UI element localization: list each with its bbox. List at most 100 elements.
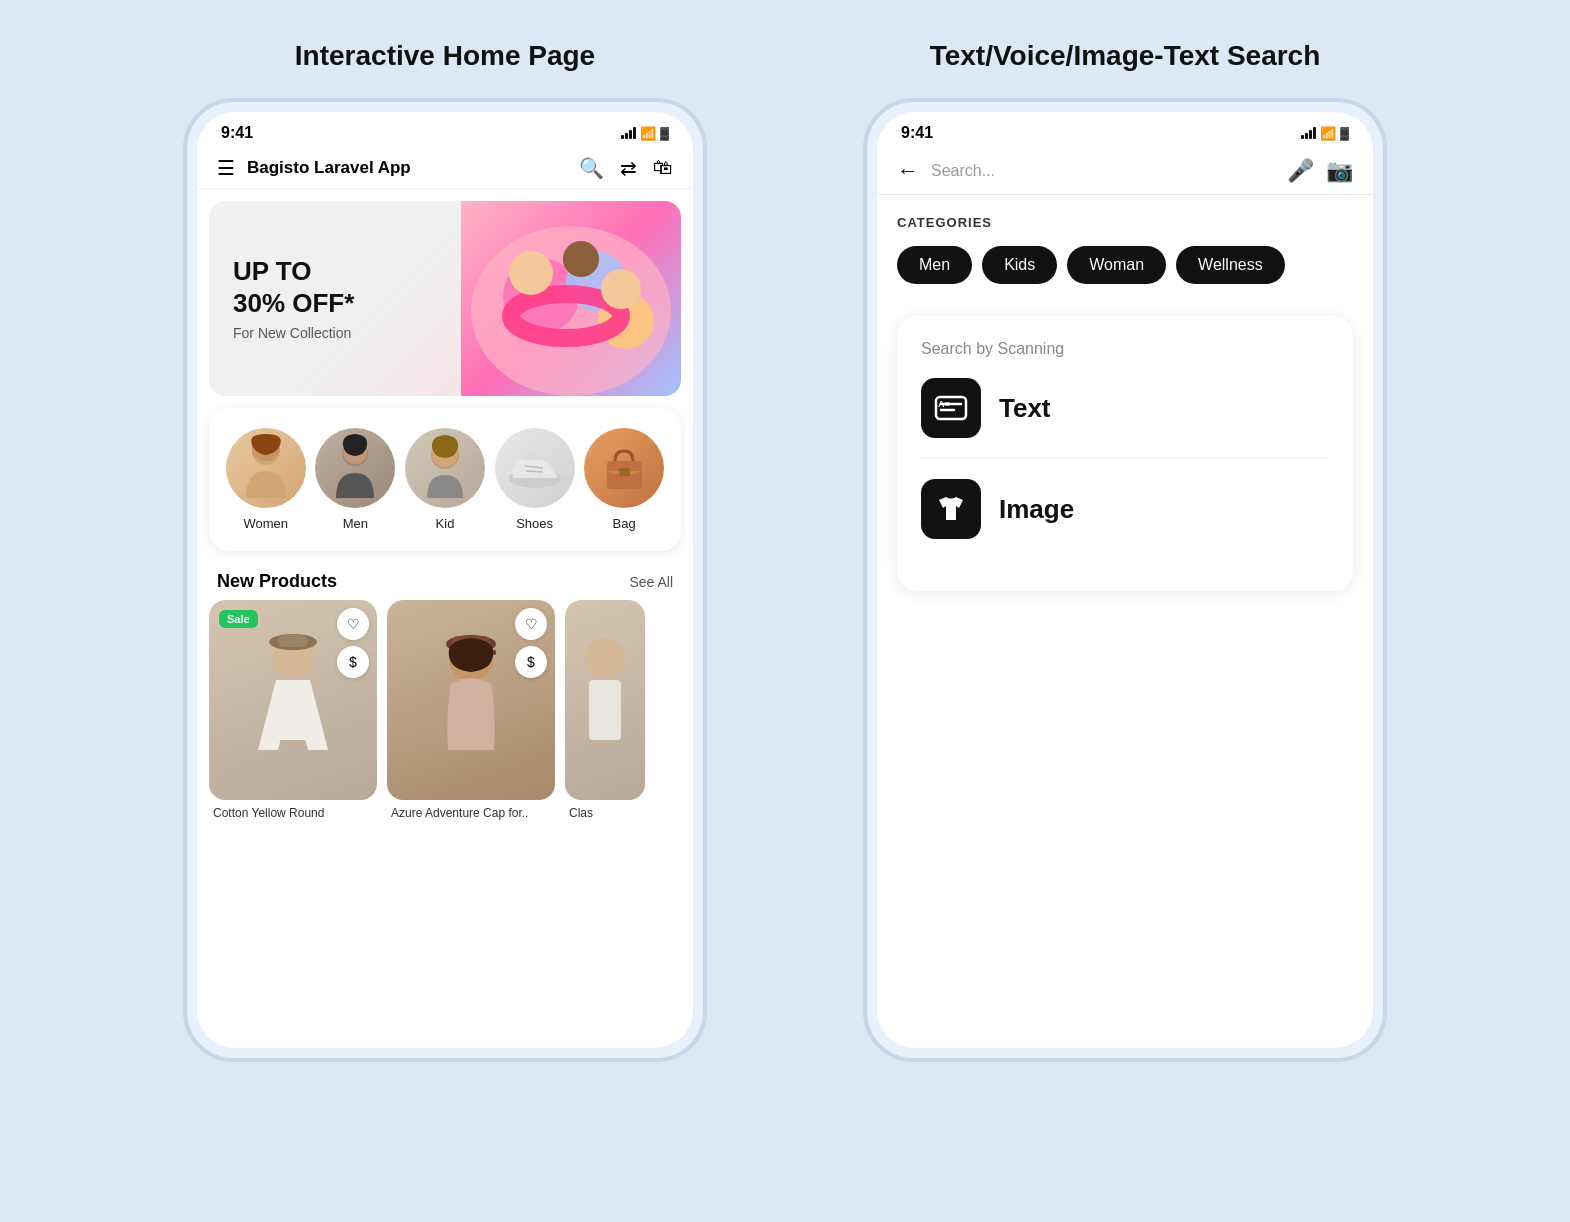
status-time-left: 9:41 [221,124,253,142]
signal-icon-right [1301,127,1316,139]
product-card-1[interactable]: Sale ♡ $ [209,600,377,828]
category-kid-label: Kid [436,516,455,531]
right-section: Text/Voice/Image-Text Search 9:41 📶 [815,40,1435,1060]
bag-icon [597,441,652,496]
hero-banner: UP TO30% OFF* For New Collection [209,201,681,396]
status-time-right: 9:41 [901,124,933,142]
bag-circle [584,428,664,508]
product-image-2: ♡ $ [387,600,555,800]
category-bag[interactable]: Bag [584,428,664,531]
left-section: Interactive Home Page 9:41 📶 ▓ [135,40,755,1060]
scan-divider [921,458,1329,459]
hero-image [461,201,681,396]
top-nav: ☰ Bagisto Laravel App 🔍 ⇄ 🛍 [197,148,693,189]
category-men[interactable]: Men [315,428,395,531]
products-row: Sale ♡ $ [197,600,693,828]
women-avatar [241,433,291,503]
text-icon-svg: A≡ [934,391,968,425]
product-image-3 [565,600,645,800]
women-circle [226,428,306,508]
hero-headline: UP TO30% OFF* [233,256,354,318]
model-3 [565,630,645,770]
category-women-label: Women [244,516,289,531]
product-name-3: Clas [565,806,645,828]
kid-avatar [420,433,470,503]
svg-point-5 [509,251,553,295]
men-circle [315,428,395,508]
left-phone-frame: 9:41 📶 ▓ ☰ Bagisto [185,100,705,1060]
app-title: Bagisto Laravel App [247,158,579,178]
wifi-icon-right: 📶 [1320,126,1336,141]
product-name-1: Cotton Yellow Round [209,806,377,828]
pill-men[interactable]: Men [897,246,972,284]
cart-icon[interactable]: 🛍 [653,156,673,180]
svg-point-7 [601,269,641,309]
search-input[interactable]: Search... [931,162,1275,180]
see-all-button[interactable]: See All [629,574,673,590]
compare-btn-1[interactable]: $ [337,646,369,678]
svg-text:A≡: A≡ [938,399,950,409]
svg-point-6 [563,241,599,277]
search-categories-section: CATEGORIES Men Kids Woman Wellness [877,195,1373,296]
pill-wellness[interactable]: Wellness [1176,246,1285,284]
image-scan-icon [921,479,981,539]
signal-icon [621,127,636,139]
scan-text-option[interactable]: A≡ Text [921,378,1329,438]
product-actions-2: ♡ $ [515,608,547,678]
shoes-icon [505,446,565,491]
new-products-title: New Products [217,571,337,592]
svg-rect-18 [619,468,630,476]
product-name-2: Azure Adventure Cap for.. [387,806,555,828]
menu-icon[interactable]: ☰ [217,156,235,180]
nav-icons: 🔍 ⇄ 🛍 [579,156,673,180]
right-phone-frame: 9:41 📶 ▓ ← Search.. [865,100,1385,1060]
product-actions-1: ♡ $ [337,608,369,678]
battery-icon: ▓ [660,126,669,140]
wifi-icon: 📶 [640,126,656,141]
category-shoes[interactable]: Shoes [495,428,575,531]
status-bar-right: 9:41 📶 ▓ [877,112,1373,148]
status-icons-right: 📶 ▓ [1301,126,1349,141]
search-icon[interactable]: 🔍 [579,156,604,180]
hero-sub: For New Collection [233,325,354,341]
status-bar-left: 9:41 📶 ▓ [197,112,693,148]
category-bag-label: Bag [613,516,636,531]
pill-woman[interactable]: Woman [1067,246,1166,284]
right-title: Text/Voice/Image-Text Search [930,40,1321,72]
camera-search-button[interactable]: 📷 [1326,158,1353,184]
left-title: Interactive Home Page [295,40,595,72]
model-1 [248,630,338,770]
back-button[interactable]: ← [897,158,919,184]
scanning-card: Search by Scanning A≡ Text [897,316,1353,591]
search-top-bar: ← Search... 🎤 📷 [877,148,1373,195]
swap-icon[interactable]: ⇄ [620,156,637,180]
new-products-header: New Products See All [197,559,693,600]
pill-kids[interactable]: Kids [982,246,1057,284]
battery-icon-right: ▓ [1340,126,1349,140]
category-kid[interactable]: Kid [405,428,485,531]
text-scan-label: Text [999,393,1051,424]
category-women[interactable]: Women [226,428,306,531]
scan-image-option[interactable]: Image [921,479,1329,539]
scanning-title: Search by Scanning [921,340,1329,358]
voice-search-button[interactable]: 🎤 [1287,158,1314,184]
tshirt-icon-svg [934,492,968,526]
category-men-label: Men [343,516,368,531]
product-image-1: Sale ♡ $ [209,600,377,800]
categories-card: Women Men [209,408,681,551]
product-card-2[interactable]: ♡ $ [387,600,555,828]
right-phone-screen: 9:41 📶 ▓ ← Search.. [877,112,1373,1048]
kid-circle [405,428,485,508]
text-scan-icon: A≡ [921,378,981,438]
shoes-circle [495,428,575,508]
product-card-3[interactable]: Clas [565,600,645,828]
model-2 [426,630,516,770]
hero-illustration [466,201,676,396]
wishlist-btn-2[interactable]: ♡ [515,608,547,640]
svg-rect-22 [278,635,308,647]
sale-badge-1: Sale [219,610,258,628]
wishlist-btn-1[interactable]: ♡ [337,608,369,640]
compare-btn-2[interactable]: $ [515,646,547,678]
image-scan-label: Image [999,494,1074,525]
status-icons-left: 📶 ▓ [621,126,669,141]
